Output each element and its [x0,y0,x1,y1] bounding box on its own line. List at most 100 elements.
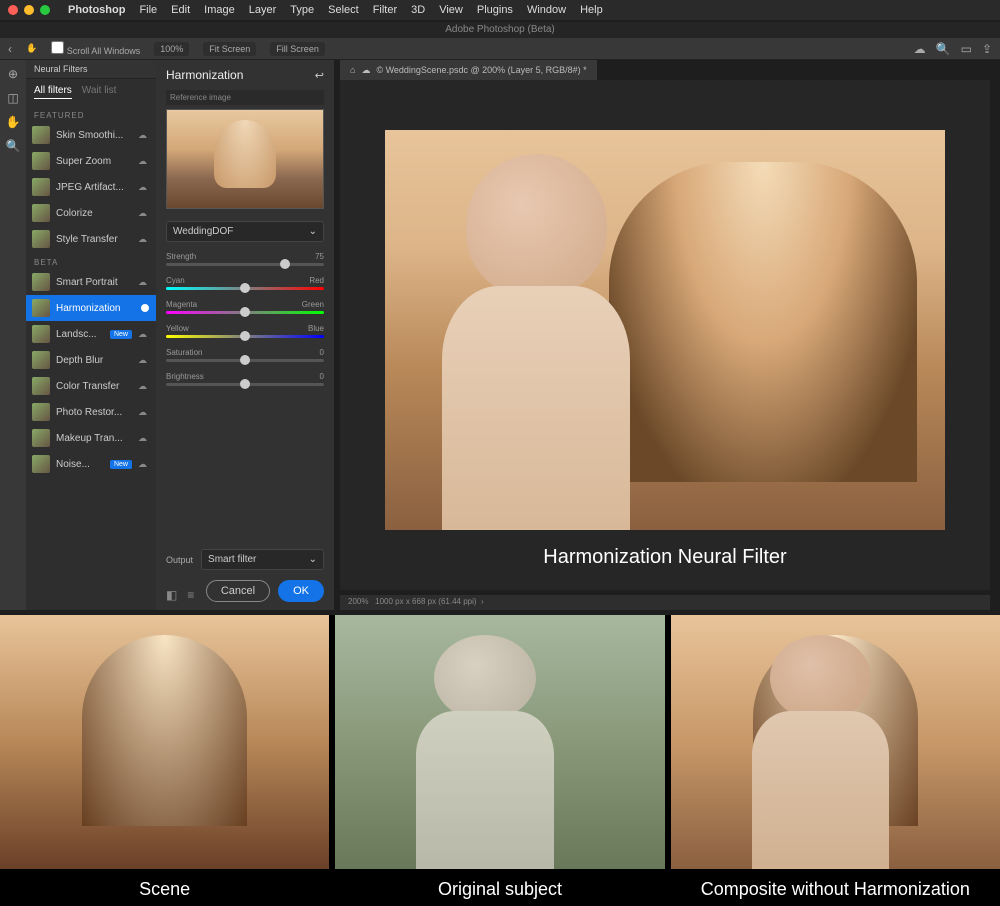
slider-brightness[interactable]: Brightness0 [166,372,324,386]
canvas-image[interactable] [385,130,945,530]
app-title: Adobe Photoshop (Beta) [0,22,1000,38]
slider-knob[interactable] [280,259,290,269]
slider-track[interactable] [166,383,324,386]
share-icon[interactable]: ⇪ [982,42,992,56]
download-icon[interactable]: ☁ [138,208,150,219]
comparison-image [671,615,1000,869]
output-dropdown[interactable]: Smart filter⌄ [201,549,324,570]
reset-icon[interactable]: ↩ [315,69,324,82]
filter-photo-restor-[interactable]: Photo Restor... ☁ [26,399,156,425]
canvas-area: Harmonization Neural Filter [340,80,990,590]
slider-track[interactable] [166,263,324,266]
menu-edit[interactable]: Edit [171,4,190,16]
slider-knob[interactable] [240,355,250,365]
filter-harmonization[interactable]: Harmonization [26,295,156,321]
filter-jpeg-artifact-[interactable]: JPEG Artifact... ☁ [26,174,156,200]
comparison-scene: Scene [0,615,329,906]
menu-image[interactable]: Image [204,4,235,16]
ok-button[interactable]: OK [278,580,324,602]
maximize-window[interactable] [40,5,50,15]
slider-knob[interactable] [240,307,250,317]
home-icon[interactable]: ⌂ [350,65,355,75]
layers-icon[interactable]: ◫ [5,90,21,106]
download-icon[interactable]: ☁ [138,234,150,245]
download-icon[interactable]: ☁ [138,433,150,444]
menu-view[interactable]: View [439,4,463,16]
menu-file[interactable]: File [139,4,157,16]
filter-toggle[interactable] [130,303,150,313]
filter-name: Style Transfer [56,234,132,245]
panel-tab[interactable]: Neural Filters [26,60,156,79]
hand-icon[interactable]: ✋ [5,114,21,130]
filter-thumb [32,377,50,395]
layers-stack-icon[interactable]: ≡ [187,588,194,602]
filter-style-transfer[interactable]: Style Transfer ☁ [26,226,156,252]
filter-thumb [32,455,50,473]
download-icon[interactable]: ☁ [138,182,150,193]
close-window[interactable] [8,5,18,15]
menu-3d[interactable]: 3D [411,4,425,16]
tab-all-filters[interactable]: All filters [34,85,72,99]
download-icon[interactable]: ☁ [138,407,150,418]
download-icon[interactable]: ☁ [138,156,150,167]
slider-knob[interactable] [240,331,250,341]
download-icon[interactable]: ☁ [138,329,150,340]
fit-screen-button[interactable]: Fit Screen [203,42,256,56]
download-icon[interactable]: ☁ [138,130,150,141]
reference-label: Reference image [166,90,324,105]
filter-depth-blur[interactable]: Depth Blur ☁ [26,347,156,373]
cancel-button[interactable]: Cancel [206,580,270,602]
add-tool-icon[interactable]: ⊕ [5,66,21,82]
menu-photoshop[interactable]: Photoshop [68,4,125,16]
reference-image[interactable] [166,109,324,209]
filter-thumb [32,273,50,291]
hand-tool-icon[interactable]: ✋ [26,43,37,54]
zoom-icon[interactable]: 🔍 [5,138,21,154]
slider-track[interactable] [166,335,324,338]
menu-filter[interactable]: Filter [373,4,397,16]
filter-smart-portrait[interactable]: Smart Portrait ☁ [26,269,156,295]
filter-noise-[interactable]: Noise... New ☁ [26,451,156,477]
filter-super-zoom[interactable]: Super Zoom ☁ [26,148,156,174]
search-icon[interactable]: 🔍 [936,42,951,56]
menu-layer[interactable]: Layer [249,4,277,16]
menu-type[interactable]: Type [290,4,314,16]
filter-makeup-tran-[interactable]: Makeup Tran... ☁ [26,425,156,451]
download-icon[interactable]: ☁ [138,381,150,392]
comparison-image [0,615,329,869]
menu-select[interactable]: Select [328,4,359,16]
menu-plugins[interactable]: Plugins [477,4,513,16]
workspace-icon[interactable]: ▭ [961,42,972,56]
filter-colorize[interactable]: Colorize ☁ [26,200,156,226]
filter-landsc-[interactable]: Landsc... New ☁ [26,321,156,347]
filter-skin-smoothi-[interactable]: Skin Smoothi... ☁ [26,122,156,148]
slider-track[interactable] [166,311,324,314]
filter-color-transfer[interactable]: Color Transfer ☁ [26,373,156,399]
scroll-checkbox[interactable]: Scroll All Windows [51,41,140,56]
back-icon[interactable]: ‹ [8,42,12,56]
download-icon[interactable]: ☁ [138,355,150,366]
slider-strength[interactable]: Strength75 [166,252,324,266]
slider-cyan[interactable]: CyanRed [166,276,324,290]
menu-window[interactable]: Window [527,4,566,16]
slider-knob[interactable] [240,379,250,389]
preview-icon[interactable]: ◧ [166,588,177,602]
download-icon[interactable]: ☁ [138,459,150,470]
filter-thumb [32,152,50,170]
slider-track[interactable] [166,359,324,362]
slider-magenta[interactable]: MagentaGreen [166,300,324,314]
slider-saturation[interactable]: Saturation0 [166,348,324,362]
slider-track[interactable] [166,287,324,290]
menu-help[interactable]: Help [580,4,603,16]
tab-wait-list[interactable]: Wait list [82,85,117,99]
layer-dropdown[interactable]: WeddingDOF⌄ [166,221,324,242]
cloud-icon[interactable]: ☁ [914,42,926,56]
fill-screen-button[interactable]: Fill Screen [270,42,325,56]
document-tab[interactable]: ⌂ ☁ © WeddingScene.psdc @ 200% (Layer 5,… [340,60,597,80]
slider-knob[interactable] [240,283,250,293]
doc-info: 1000 px x 668 px (61.44 ppi) [375,597,476,606]
slider-yellow[interactable]: YellowBlue [166,324,324,338]
download-icon[interactable]: ☁ [138,277,150,288]
zoom-level[interactable]: 100% [154,42,189,56]
minimize-window[interactable] [24,5,34,15]
